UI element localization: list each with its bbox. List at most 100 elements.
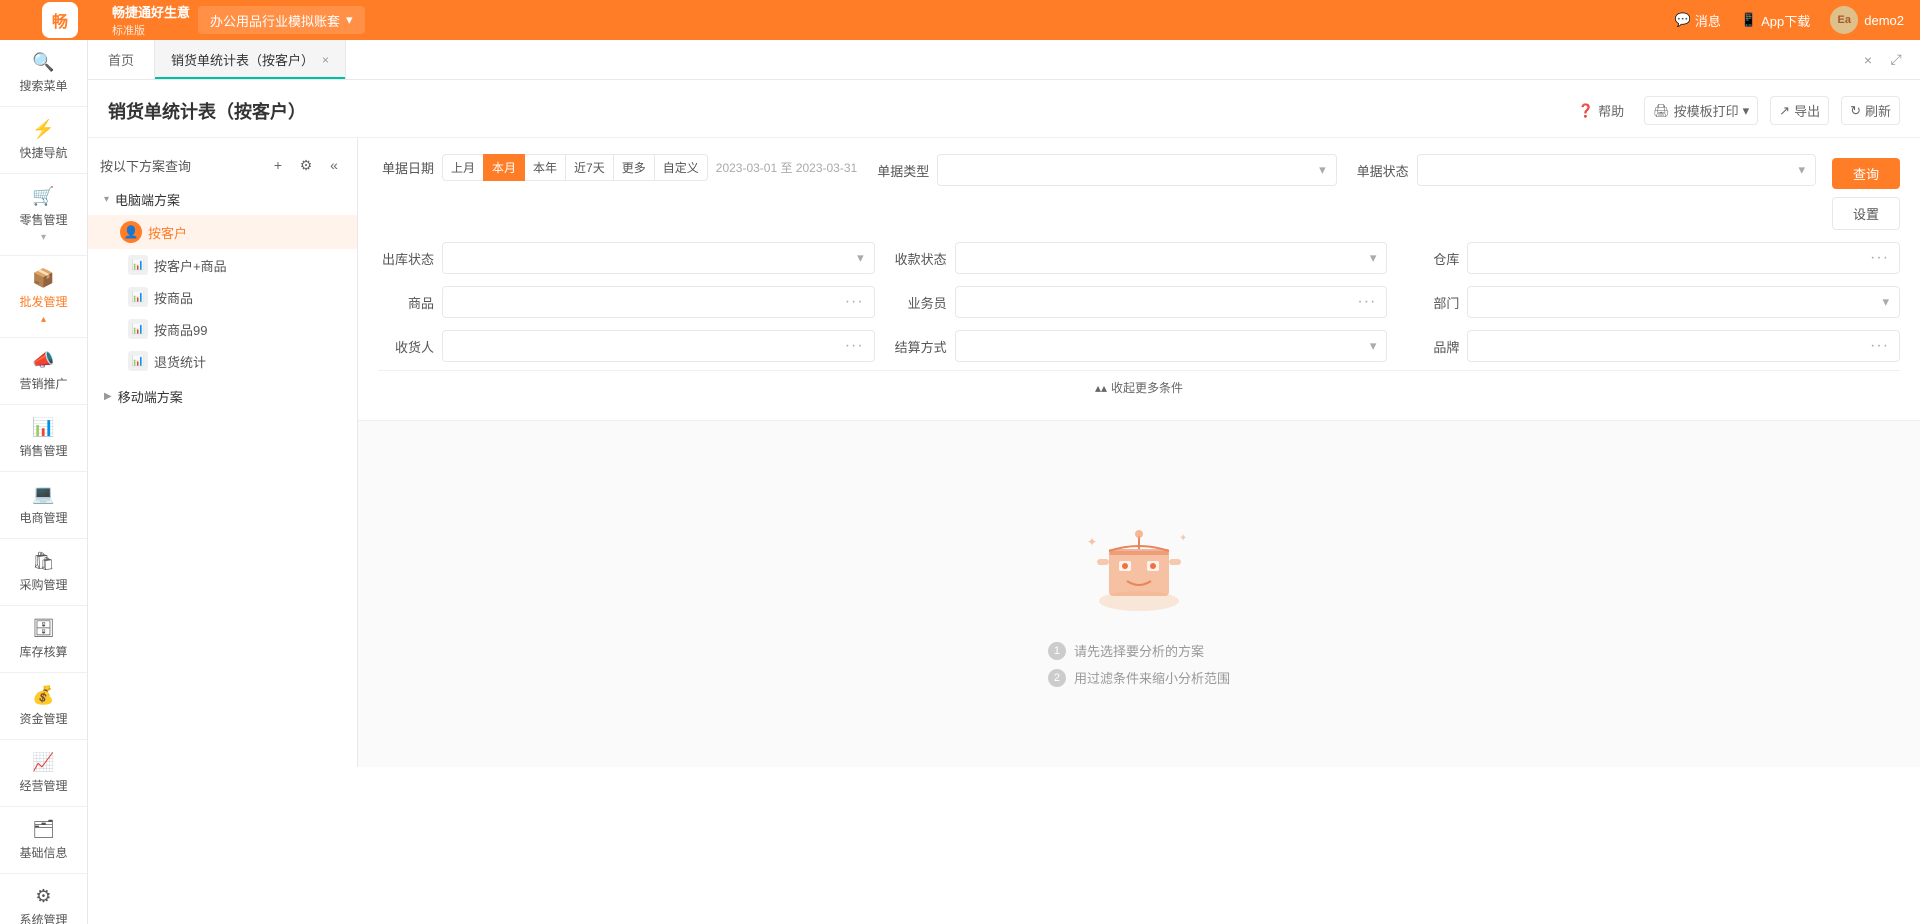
right-panel: 单据日期 上月 本月 本年 近7天 更多 自定义 bbox=[358, 138, 1920, 767]
tree-sub-item-3[interactable]: 📊 退货统计 bbox=[88, 345, 357, 377]
receiver-select[interactable]: ··· bbox=[442, 330, 875, 362]
tree-active-item[interactable]: 👤 按客户 bbox=[88, 215, 357, 249]
company-selector[interactable]: 办公用品行业模拟账套 ▾ bbox=[198, 6, 365, 34]
sidebar-item-inventory[interactable]: 🗄 库存核算 bbox=[0, 606, 87, 673]
tab-active[interactable]: 销货单统计表（按客户） × bbox=[155, 40, 346, 79]
sidebar-item-wholesale[interactable]: 📦 批发管理 ▴ bbox=[0, 256, 87, 338]
out-status-select[interactable]: ▾ bbox=[442, 242, 875, 274]
wholesale-icon: 📦 bbox=[32, 268, 54, 289]
retail-icon: 🛒 bbox=[32, 186, 54, 207]
tree-sub-item-0[interactable]: 📊 按客户+商品 bbox=[88, 249, 357, 281]
print-dropdown-icon: ▾ bbox=[1743, 103, 1750, 119]
salesperson-select[interactable]: ··· bbox=[955, 286, 1388, 318]
sidebar-item-purchase[interactable]: 🛍 采购管理 bbox=[0, 539, 87, 606]
refresh-label: 刷新 bbox=[1865, 101, 1891, 120]
collapse-bar[interactable]: ▴▴ 收起更多条件 bbox=[378, 370, 1900, 404]
department-select[interactable]: ▾ bbox=[1467, 286, 1900, 318]
left-panel-header: 按以下方案查询 + ⚙ « bbox=[88, 150, 357, 184]
retail-expand-icon: ▾ bbox=[41, 232, 46, 243]
export-icon: ↗ bbox=[1779, 103, 1790, 119]
tree-sub-label-1: 按商品 bbox=[154, 288, 193, 307]
date-btn-thismonth[interactable]: 本月 bbox=[483, 154, 525, 181]
sidebar-item-ecommerce[interactable]: 💻 电商管理 bbox=[0, 472, 87, 539]
brand-select[interactable]: ··· bbox=[1467, 330, 1900, 362]
action-buttons: 查询 设置 bbox=[1832, 158, 1900, 230]
tab-home[interactable]: 首页 bbox=[88, 40, 155, 79]
edit-icon: ⚙ bbox=[300, 157, 313, 174]
page-header: 销货单统计表（按客户） ❓ 帮助 🖨 按模板打印 ▾ ↗ bbox=[88, 80, 1920, 138]
department-arrow: ▾ bbox=[1882, 294, 1889, 310]
warehouse-dots: ··· bbox=[1870, 249, 1889, 267]
sidebar-item-basicinfo[interactable]: 🗂 基础信息 bbox=[0, 807, 87, 874]
company-name: 办公用品行业模拟账套 bbox=[210, 11, 340, 30]
sidebar-item-system[interactable]: ⚙ 系统管理 bbox=[0, 874, 87, 924]
date-btn-more[interactable]: 更多 bbox=[614, 154, 655, 181]
tree-desktop-label: 电脑端方案 bbox=[115, 190, 180, 209]
collect-status-arrow: ▾ bbox=[1370, 250, 1377, 266]
sidebar-item-retail[interactable]: 🛒 零售管理 ▾ bbox=[0, 174, 87, 256]
tree-sub-label-2: 按商品99 bbox=[154, 320, 207, 339]
collapse-label: 收起更多条件 bbox=[1111, 379, 1183, 396]
sidebar-item-search[interactable]: 🔍 搜索菜单 bbox=[0, 40, 87, 107]
inventory-icon: 🗄 bbox=[32, 618, 55, 639]
warehouse-select[interactable]: ··· bbox=[1467, 242, 1900, 274]
refresh-btn[interactable]: ↻ 刷新 bbox=[1841, 96, 1900, 125]
tree-group-desktop[interactable]: ▾ 电脑端方案 bbox=[88, 184, 357, 215]
download-icon: 📱 bbox=[1741, 12, 1757, 28]
date-btn-custom[interactable]: 自定义 bbox=[655, 154, 708, 181]
marketing-icon: 📣 bbox=[32, 350, 54, 371]
settlement-select[interactable]: ▾ bbox=[955, 330, 1388, 362]
help-btn[interactable]: ❓ 帮助 bbox=[1570, 97, 1632, 124]
sidebar-item-finance[interactable]: 💰 资金管理 bbox=[0, 673, 87, 740]
left-panel-title: 按以下方案查询 bbox=[100, 156, 191, 175]
tree-active-label: 按客户 bbox=[148, 223, 187, 242]
order-status-select[interactable]: ▾ bbox=[1417, 154, 1816, 186]
tip-text-2: 用过滤条件来缩小分析范围 bbox=[1074, 668, 1230, 687]
settings-btn[interactable]: 设置 bbox=[1832, 197, 1900, 230]
sidebar-label-inventory: 库存核算 bbox=[19, 643, 67, 660]
collapse-icon: « bbox=[330, 157, 338, 173]
tab-maximize-btn[interactable]: ⤢ bbox=[1884, 48, 1908, 72]
sidebar-item-quicknav[interactable]: ⚡ 快捷导航 bbox=[0, 107, 87, 174]
export-btn[interactable]: ↗ 导出 bbox=[1770, 96, 1829, 125]
app-name: 畅捷通好生意 bbox=[112, 2, 190, 21]
goods-select[interactable]: ··· bbox=[442, 286, 875, 318]
tree-sub-item-1[interactable]: 📊 按商品 bbox=[88, 281, 357, 313]
tree-mobile-label: 移动端方案 bbox=[118, 387, 183, 406]
tab-close-all-btn[interactable]: × bbox=[1856, 48, 1880, 72]
sidebar-label-sales: 销售管理 bbox=[19, 442, 67, 459]
warehouse-label: 仓库 bbox=[1403, 249, 1459, 268]
tab-close-btn[interactable]: × bbox=[322, 53, 329, 67]
user-area[interactable]: Ea demo2 bbox=[1830, 6, 1904, 34]
tree-group-mobile[interactable]: ▶ 移动端方案 bbox=[88, 381, 357, 412]
collect-status-label: 收款状态 bbox=[891, 249, 947, 268]
refresh-icon: ↻ bbox=[1850, 103, 1861, 119]
sidebar-item-marketing[interactable]: 📣 营销推广 bbox=[0, 338, 87, 405]
date-btn-7days[interactable]: 近7天 bbox=[566, 154, 614, 181]
sidebar-item-sales[interactable]: 📊 销售管理 bbox=[0, 405, 87, 472]
tree-sub-item-2[interactable]: 📊 按商品99 bbox=[88, 313, 357, 345]
print-btn[interactable]: 🖨 按模板打印 ▾ bbox=[1644, 96, 1758, 125]
help-icon: ❓ bbox=[1578, 103, 1594, 119]
empty-illustration: ✦ ✦ bbox=[1079, 501, 1199, 621]
date-btn-lastmonth[interactable]: 上月 bbox=[442, 154, 483, 181]
department-label: 部门 bbox=[1403, 293, 1459, 312]
collapse-panel-btn[interactable]: « bbox=[323, 154, 345, 176]
query-btn[interactable]: 查询 bbox=[1832, 158, 1900, 189]
add-scheme-btn[interactable]: + bbox=[267, 154, 289, 176]
maximize-icon: ⤢ bbox=[1890, 51, 1901, 68]
sidebar-label-retail: 零售管理 bbox=[19, 211, 67, 228]
sidebar-item-operations[interactable]: 📈 经营管理 bbox=[0, 740, 87, 807]
collect-status-select[interactable]: ▾ bbox=[955, 242, 1388, 274]
collapse-up-icon: ▴▴ bbox=[1095, 381, 1107, 395]
date-btn-thisyear[interactable]: 本年 bbox=[525, 154, 566, 181]
message-label: 消息 bbox=[1695, 11, 1721, 30]
app-download-btn[interactable]: 📱 App下载 bbox=[1741, 11, 1810, 30]
filter-area: 单据日期 上月 本月 本年 近7天 更多 自定义 bbox=[358, 138, 1920, 421]
help-label: 帮助 bbox=[1598, 101, 1624, 120]
message-btn[interactable]: 💬 消息 bbox=[1675, 11, 1721, 30]
empty-state: ✦ ✦ 1 请先选择要分析的方案 2 用过滤条件来缩小分析范 bbox=[358, 421, 1920, 767]
edit-scheme-btn[interactable]: ⚙ bbox=[295, 154, 317, 176]
quicknav-icon: ⚡ bbox=[32, 119, 54, 140]
order-type-select[interactable]: ▾ bbox=[937, 154, 1336, 186]
